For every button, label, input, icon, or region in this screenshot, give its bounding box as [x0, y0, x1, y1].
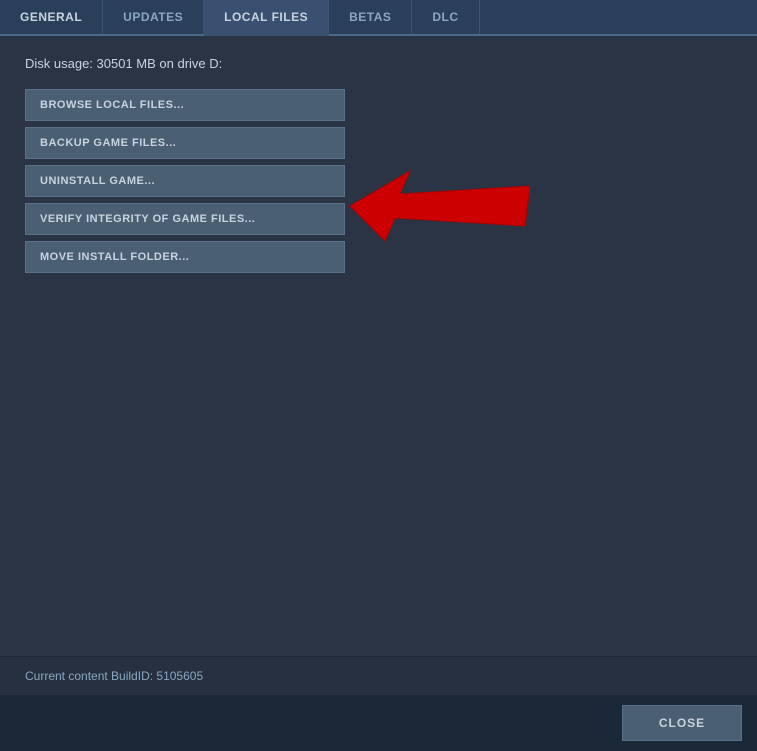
tab-bar: GENERAL UPDATES LOCAL FILES BETAS DLC — [0, 0, 757, 36]
main-content: Disk usage: 30501 MB on drive D: BROWSE … — [0, 36, 757, 656]
build-info-bar: Current content BuildID: 5105605 — [0, 657, 757, 695]
verify-integrity-button[interactable]: VERIFY INTEGRITY OF GAME FILES... — [25, 203, 345, 235]
tab-dlc[interactable]: DLC — [412, 0, 479, 34]
arrow-annotation — [350, 166, 530, 246]
action-buttons-section: BROWSE LOCAL FILES... BACKUP GAME FILES.… — [25, 89, 345, 273]
browse-local-files-button[interactable]: BROWSE LOCAL FILES... — [25, 89, 345, 121]
close-button[interactable]: CLOSE — [622, 705, 742, 741]
close-bar: CLOSE — [0, 695, 757, 751]
tab-local-files[interactable]: LOCAL FILES — [204, 0, 329, 36]
move-install-folder-button[interactable]: MOVE INSTALL FOLDER... — [25, 241, 345, 273]
disk-usage-label: Disk usage: 30501 MB on drive D: — [25, 56, 732, 71]
build-id-label: Current content BuildID: 5105605 — [25, 669, 203, 683]
footer: Current content BuildID: 5105605 CLOSE — [0, 656, 757, 751]
uninstall-game-button[interactable]: UNINSTALL GAME... — [25, 165, 345, 197]
backup-game-files-button[interactable]: BACKUP GAME FILES... — [25, 127, 345, 159]
tab-general[interactable]: GENERAL — [0, 0, 103, 34]
tab-updates[interactable]: UPDATES — [103, 0, 204, 34]
tab-betas[interactable]: BETAS — [329, 0, 412, 34]
